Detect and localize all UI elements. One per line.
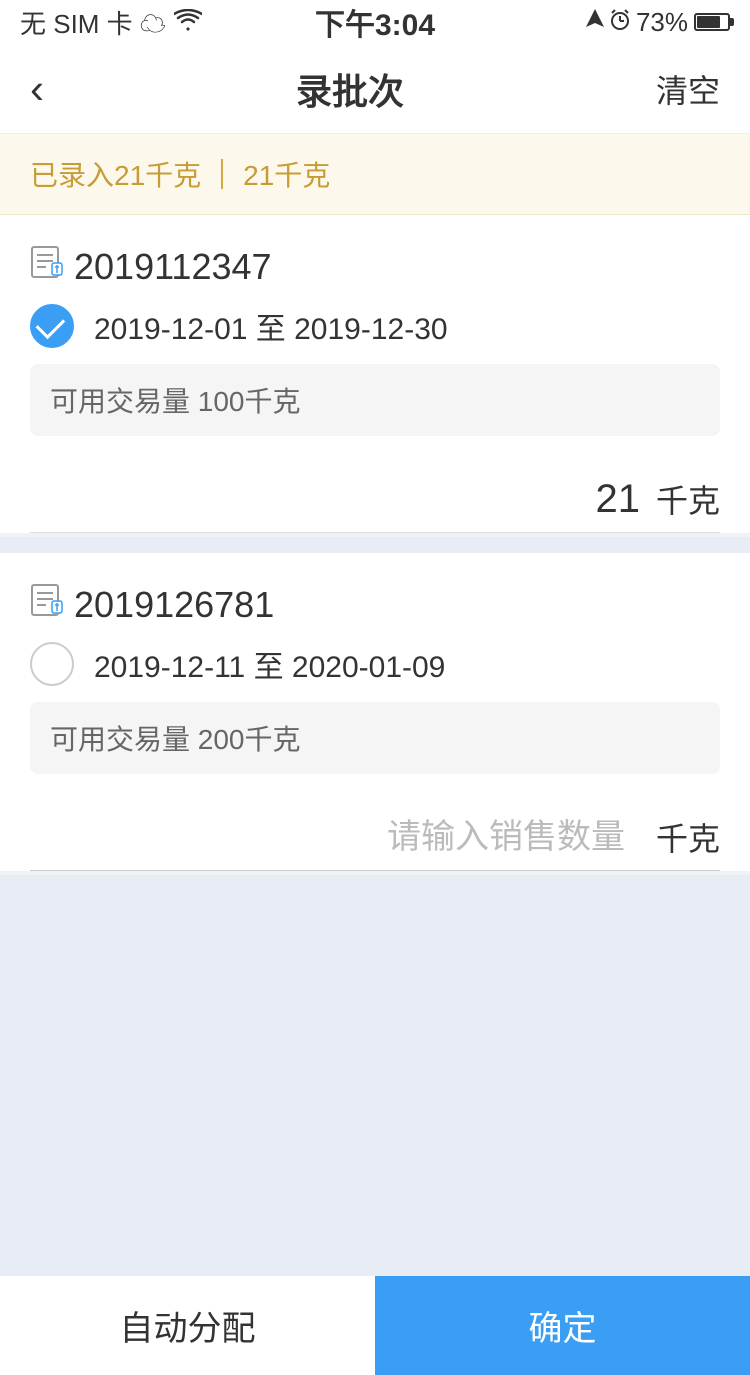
banner-divider — [221, 159, 223, 189]
batch2-card: 2019126781 2019-12-11 至 2020-01-09 可用交易量… — [0, 553, 750, 871]
batch2-doc-icon — [30, 583, 64, 626]
empty-area — [0, 875, 750, 1275]
batch2-quantity-input[interactable] — [30, 818, 640, 857]
main-content: 已录入21千克 21千克 2019112347 — [0, 134, 750, 1275]
status-right: 73% — [586, 7, 730, 38]
batch1-id: 2019112347 — [74, 246, 272, 288]
batch1-item: 2019112347 2019-12-01 至 2019-12-30 可用交易量… — [0, 215, 750, 456]
batch1-quantity-unit: 千克 — [656, 476, 720, 522]
batch1-available: 可用交易量 100千克 — [30, 364, 720, 436]
confirm-button[interactable]: 确定 — [375, 1276, 750, 1375]
status-bar: 无 SIM 卡 ☁ 下午3:04 73% — [0, 0, 750, 44]
batch2-input-row[interactable]: 千克 — [0, 794, 750, 870]
batch2-id: 2019126781 — [74, 584, 274, 626]
clear-button[interactable]: 清空 — [656, 66, 720, 112]
batch2-available: 可用交易量 200千克 — [30, 702, 720, 774]
recorded-value: 21千克 — [243, 154, 330, 194]
nav-bar: ‹ 录批次 清空 — [0, 44, 750, 134]
batch2-item: 2019126781 2019-12-11 至 2020-01-09 可用交易量… — [0, 553, 750, 794]
batch2-input-separator — [30, 870, 720, 871]
batch1-quantity-row: 21 千克 — [0, 456, 750, 532]
batch1-date-row[interactable]: 2019-12-01 至 2019-12-30 — [30, 304, 720, 348]
recorded-label: 已录入21千克 — [30, 154, 201, 194]
batch1-separator — [30, 532, 720, 533]
auto-distribute-button[interactable]: 自动分配 — [0, 1276, 375, 1375]
bottom-bar: 自动分配 确定 — [0, 1275, 750, 1375]
batch1-card: 2019112347 2019-12-01 至 2019-12-30 可用交易量… — [0, 215, 750, 533]
status-left: 无 SIM 卡 ☁ — [20, 4, 202, 41]
batch1-quantity-value: 21 — [595, 477, 640, 522]
info-banner: 已录入21千克 21千克 — [0, 134, 750, 215]
battery-icon — [694, 13, 730, 31]
batch1-doc-icon — [30, 245, 64, 288]
wifi-icon — [174, 7, 202, 38]
location-icon — [586, 7, 604, 38]
status-time: 下午3:04 — [315, 0, 435, 44]
batch2-header: 2019126781 — [30, 583, 720, 626]
batch1-date: 2019-12-01 至 2019-12-30 — [94, 304, 448, 348]
back-button[interactable]: ‹ — [30, 65, 44, 113]
batch2-unit-label: 千克 — [656, 814, 720, 860]
batch2-date-row[interactable]: 2019-12-11 至 2020-01-09 — [30, 642, 720, 686]
no-sim-text: 无 SIM 卡 ☁ — [20, 4, 166, 41]
section-divider — [0, 537, 750, 553]
alarm-icon — [610, 7, 630, 38]
battery-percent: 73% — [636, 7, 688, 38]
page-title: 录批次 — [296, 63, 404, 115]
batch2-date: 2019-12-11 至 2020-01-09 — [94, 642, 445, 686]
batch1-radio[interactable] — [30, 304, 74, 348]
batch1-header: 2019112347 — [30, 245, 720, 288]
batch2-radio[interactable] — [30, 642, 74, 686]
